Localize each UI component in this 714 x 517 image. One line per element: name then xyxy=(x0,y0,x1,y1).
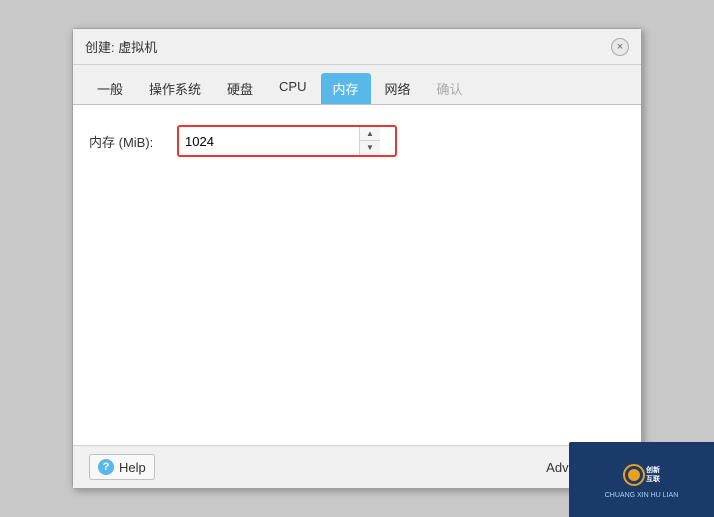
memory-input[interactable] xyxy=(179,130,359,153)
help-button[interactable]: ? Help xyxy=(89,454,155,480)
dialog-title: 创建: 虚拟机 xyxy=(85,37,157,56)
memory-row: 内存 (MiB): ▲ ▼ xyxy=(89,125,625,157)
dialog-footer: ? Help Advanced xyxy=(73,445,641,488)
tab-confirm: 确认 xyxy=(425,73,475,104)
spinner-down-button[interactable]: ▼ xyxy=(360,141,380,155)
svg-text:创新: 创新 xyxy=(645,465,660,474)
create-vm-dialog: 创建: 虚拟机 × 一般 操作系统 硬盘 CPU 内存 网络 确认 内存 (Mi… xyxy=(72,28,642,489)
tab-cpu[interactable]: CPU xyxy=(267,73,318,104)
memory-input-wrapper: ▲ ▼ xyxy=(177,125,397,157)
tab-bar: 一般 操作系统 硬盘 CPU 内存 网络 确认 xyxy=(73,65,641,105)
tab-general[interactable]: 一般 xyxy=(85,73,135,104)
tab-disk[interactable]: 硬盘 xyxy=(215,73,265,104)
watermark-text: CHUANG XIN HU LIAN xyxy=(605,492,679,499)
watermark: 创新 互联 CHUANG XIN HU LIAN xyxy=(569,442,714,517)
svg-text:互联: 互联 xyxy=(646,474,661,483)
memory-label: 内存 (MiB): xyxy=(89,132,169,151)
spinner-up-button[interactable]: ▲ xyxy=(360,127,380,141)
tab-network[interactable]: 网络 xyxy=(373,73,423,104)
tab-os[interactable]: 操作系统 xyxy=(137,73,213,104)
dialog-titlebar: 创建: 虚拟机 × xyxy=(73,29,641,65)
tab-memory[interactable]: 内存 xyxy=(321,73,371,104)
close-button[interactable]: × xyxy=(611,38,629,56)
help-icon: ? xyxy=(98,459,114,475)
spinner-buttons: ▲ ▼ xyxy=(359,127,380,155)
watermark-icon: 创新 互联 xyxy=(622,460,662,490)
help-label: Help xyxy=(119,460,146,475)
dialog-content: 内存 (MiB): ▲ ▼ xyxy=(73,105,641,445)
